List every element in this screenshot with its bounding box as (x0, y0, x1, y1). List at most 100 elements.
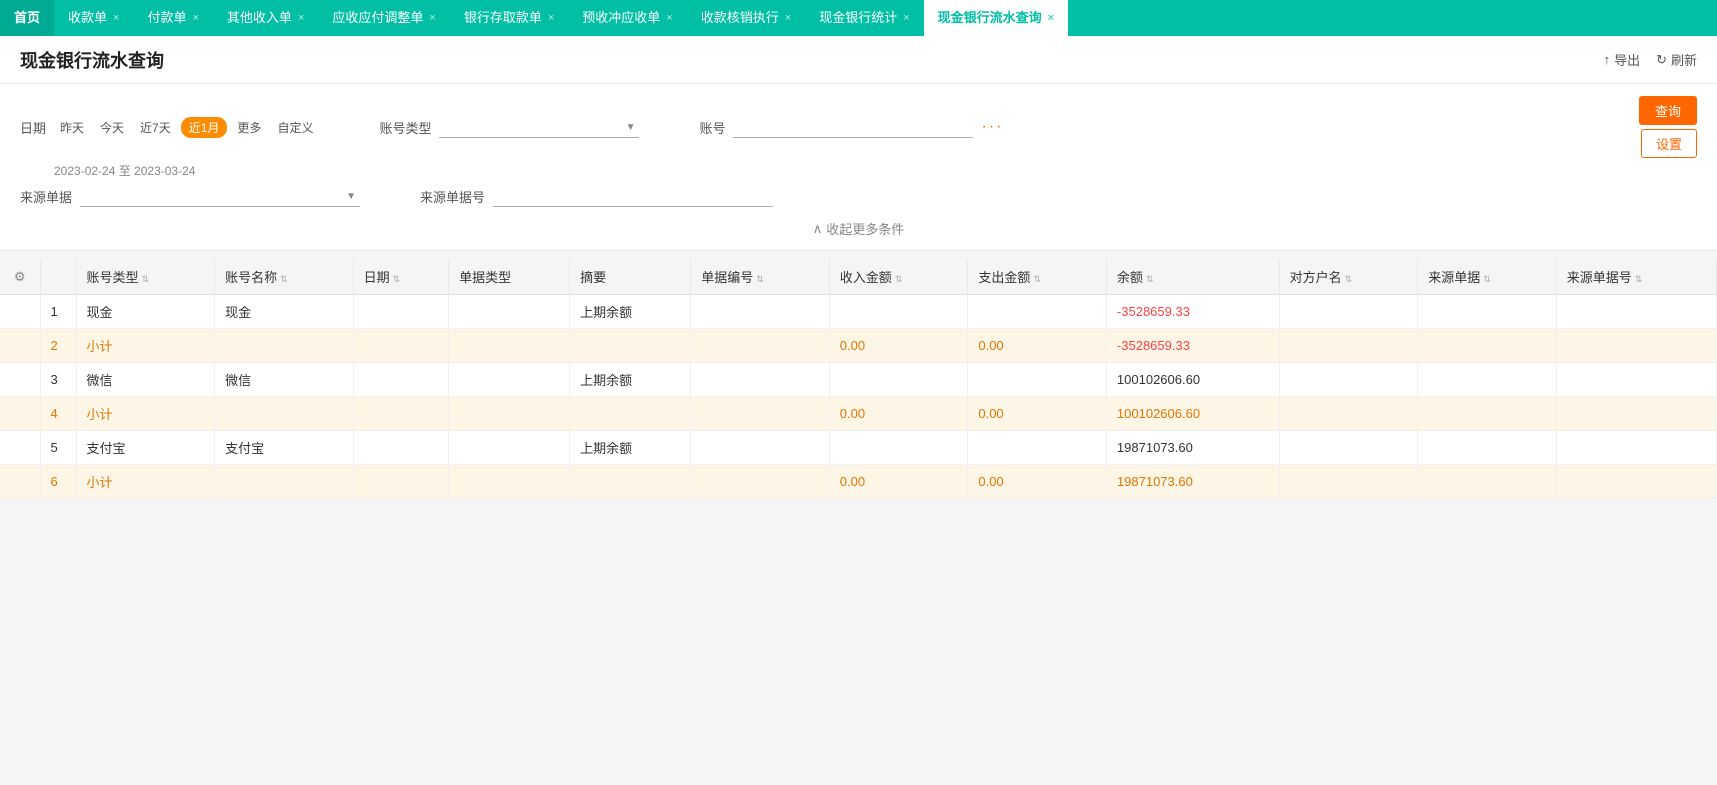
row-num-cell: 4 (40, 397, 76, 431)
date-cell (353, 397, 448, 431)
close-tab-icon-advance_offset[interactable]: × (666, 0, 672, 36)
sort-icon-date: ⇅ (393, 274, 401, 284)
sort-icon-doc-no: ⇅ (756, 274, 764, 284)
summary-cell: 上期余额 (570, 431, 691, 465)
table-header-row: ⚙ 账号类型⇅ 账号名称⇅ 日期⇅ 单据类型 摘要 单据编号⇅ 收入金额⇅ 支出… (0, 259, 1717, 295)
table-container: ⚙ 账号类型⇅ 账号名称⇅ 日期⇅ 单据类型 摘要 单据编号⇅ 收入金额⇅ 支出… (0, 259, 1717, 499)
date-label: 日期 (20, 118, 46, 137)
row-settings-cell (0, 397, 40, 431)
row-settings-cell (0, 431, 40, 465)
collapse-filter-button[interactable]: ∧ 收起更多条件 (20, 215, 1697, 242)
nav-home[interactable]: 首页 (0, 0, 54, 36)
export-button[interactable]: ↑ 导出 (1604, 50, 1641, 69)
sort-icon-account-name: ⇅ (280, 274, 288, 284)
nav-tab-receipts[interactable]: 收款单 × (54, 0, 133, 36)
counterparty-cell (1279, 465, 1418, 499)
table-row: 6小计0.000.0019871073.60 (0, 465, 1717, 499)
nav-tab-payments[interactable]: 付款单 × (133, 0, 212, 36)
col-settings[interactable]: ⚙ (0, 259, 40, 295)
source-doc-no-cell (1556, 397, 1716, 431)
date-btn-近1月[interactable]: 近1月 (181, 117, 228, 138)
col-counterparty[interactable]: 对方户名⇅ (1279, 259, 1418, 295)
account-type-cell: 小计 (76, 465, 215, 499)
expense-cell (968, 431, 1107, 465)
source-doc-no-filter-group: 来源单据号 (420, 185, 773, 207)
account-filter-group: 账号 ··· (699, 116, 1003, 138)
nav-tab-collection_exec[interactable]: 收款核销执行 × (687, 0, 805, 36)
col-account-type[interactable]: 账号类型⇅ (76, 259, 215, 295)
nav-tab-cash_bank_flow[interactable]: 现金银行流水查询 × (924, 0, 1068, 36)
collapse-label: 收起更多条件 (826, 219, 904, 238)
account-input[interactable] (733, 116, 973, 138)
date-range-display: 2023-02-24 至 2023-03-24 (54, 164, 195, 178)
close-tab-icon-receipts[interactable]: × (113, 0, 119, 36)
account-type-label: 账号类型 (379, 118, 431, 137)
row-num-cell: 2 (40, 329, 76, 363)
date-cell (353, 363, 448, 397)
source-doc-filter-group: 来源单据 ▼ (20, 185, 360, 207)
col-expense[interactable]: 支出金额⇅ (968, 259, 1107, 295)
col-row-num (40, 259, 76, 295)
income-cell: 0.00 (829, 465, 968, 499)
doc-type-cell (449, 431, 570, 465)
close-tab-icon-cash_bank_flow[interactable]: × (1048, 0, 1054, 36)
top-nav: 首页 收款单 ×付款单 ×其他收入单 ×应收应付调整单 ×银行存取款单 ×预收冲… (0, 0, 1717, 36)
expense-cell: 0.00 (968, 329, 1107, 363)
row-settings-cell (0, 329, 40, 363)
row-num-cell: 5 (40, 431, 76, 465)
balance-cell: 100102606.60 (1106, 363, 1279, 397)
col-date[interactable]: 日期⇅ (353, 259, 448, 295)
date-btn-更多[interactable]: 更多 (231, 117, 267, 138)
account-type-cell: 微信 (76, 363, 215, 397)
account-type-filter-group: 账号类型 ▼ (379, 116, 639, 138)
table-row: 3微信微信上期余额100102606.60 (0, 363, 1717, 397)
account-dots-button[interactable]: ··· (981, 118, 1003, 136)
nav-tab-bank_deposit[interactable]: 银行存取款单 × (450, 0, 568, 36)
table-row: 2小计0.000.00-3528659.33 (0, 329, 1717, 363)
row-num-cell: 3 (40, 363, 76, 397)
close-tab-icon-ar_ap_adjust[interactable]: × (429, 0, 435, 36)
right-actions: 查询 设置 (1639, 96, 1697, 158)
col-balance[interactable]: 余额⇅ (1106, 259, 1279, 295)
col-account-name[interactable]: 账号名称⇅ (215, 259, 354, 295)
date-cell (353, 431, 448, 465)
close-tab-icon-payments[interactable]: × (192, 0, 198, 36)
close-tab-icon-other_income[interactable]: × (298, 0, 304, 36)
close-tab-icon-bank_deposit[interactable]: × (548, 0, 554, 36)
expense-cell: 0.00 (968, 397, 1107, 431)
nav-tab-cash_bank_stats[interactable]: 现金银行统计 × (805, 0, 923, 36)
query-button[interactable]: 查询 (1639, 96, 1697, 125)
nav-tab-ar_ap_adjust[interactable]: 应收应付调整单 × (318, 0, 449, 36)
source-doc-no-input[interactable] (493, 185, 773, 207)
nav-tab-other_income[interactable]: 其他收入单 × (213, 0, 318, 36)
col-doc-type: 单据类型 (449, 259, 570, 295)
data-table: ⚙ 账号类型⇅ 账号名称⇅ 日期⇅ 单据类型 摘要 单据编号⇅ 收入金额⇅ 支出… (0, 259, 1717, 499)
source-doc-no-select-wrapper (493, 185, 773, 207)
table-row: 5支付宝支付宝上期余额19871073.60 (0, 431, 1717, 465)
account-type-input[interactable] (439, 116, 639, 138)
close-tab-icon-cash_bank_stats[interactable]: × (903, 0, 909, 36)
source-doc-cell (1418, 397, 1557, 431)
date-btn-今天[interactable]: 今天 (94, 117, 130, 138)
settings-button[interactable]: 设置 (1641, 129, 1697, 158)
source-doc-no-cell (1556, 329, 1716, 363)
date-btn-近7天[interactable]: 近7天 (134, 117, 177, 138)
date-btn-昨天[interactable]: 昨天 (54, 117, 90, 138)
col-doc-no[interactable]: 单据编号⇅ (691, 259, 830, 295)
account-name-cell (215, 397, 354, 431)
source-doc-input[interactable] (80, 185, 360, 207)
account-type-cell: 现金 (76, 295, 215, 329)
date-cell (353, 295, 448, 329)
header-actions: ↑ 导出 ↻ 刷新 (1604, 50, 1697, 69)
col-source-doc[interactable]: 来源单据⇅ (1418, 259, 1557, 295)
col-source-doc-no[interactable]: 来源单据号⇅ (1556, 259, 1716, 295)
date-btn-自定义[interactable]: 自定义 (271, 117, 319, 138)
balance-cell: 100102606.60 (1106, 397, 1279, 431)
refresh-button[interactable]: ↻ 刷新 (1656, 50, 1697, 69)
nav-tab-advance_offset[interactable]: 预收冲应收单 × (568, 0, 686, 36)
col-income[interactable]: 收入金额⇅ (829, 259, 968, 295)
close-tab-icon-collection_exec[interactable]: × (785, 0, 791, 36)
row-num-cell: 6 (40, 465, 76, 499)
counterparty-cell (1279, 295, 1418, 329)
account-label: 账号 (699, 118, 725, 137)
